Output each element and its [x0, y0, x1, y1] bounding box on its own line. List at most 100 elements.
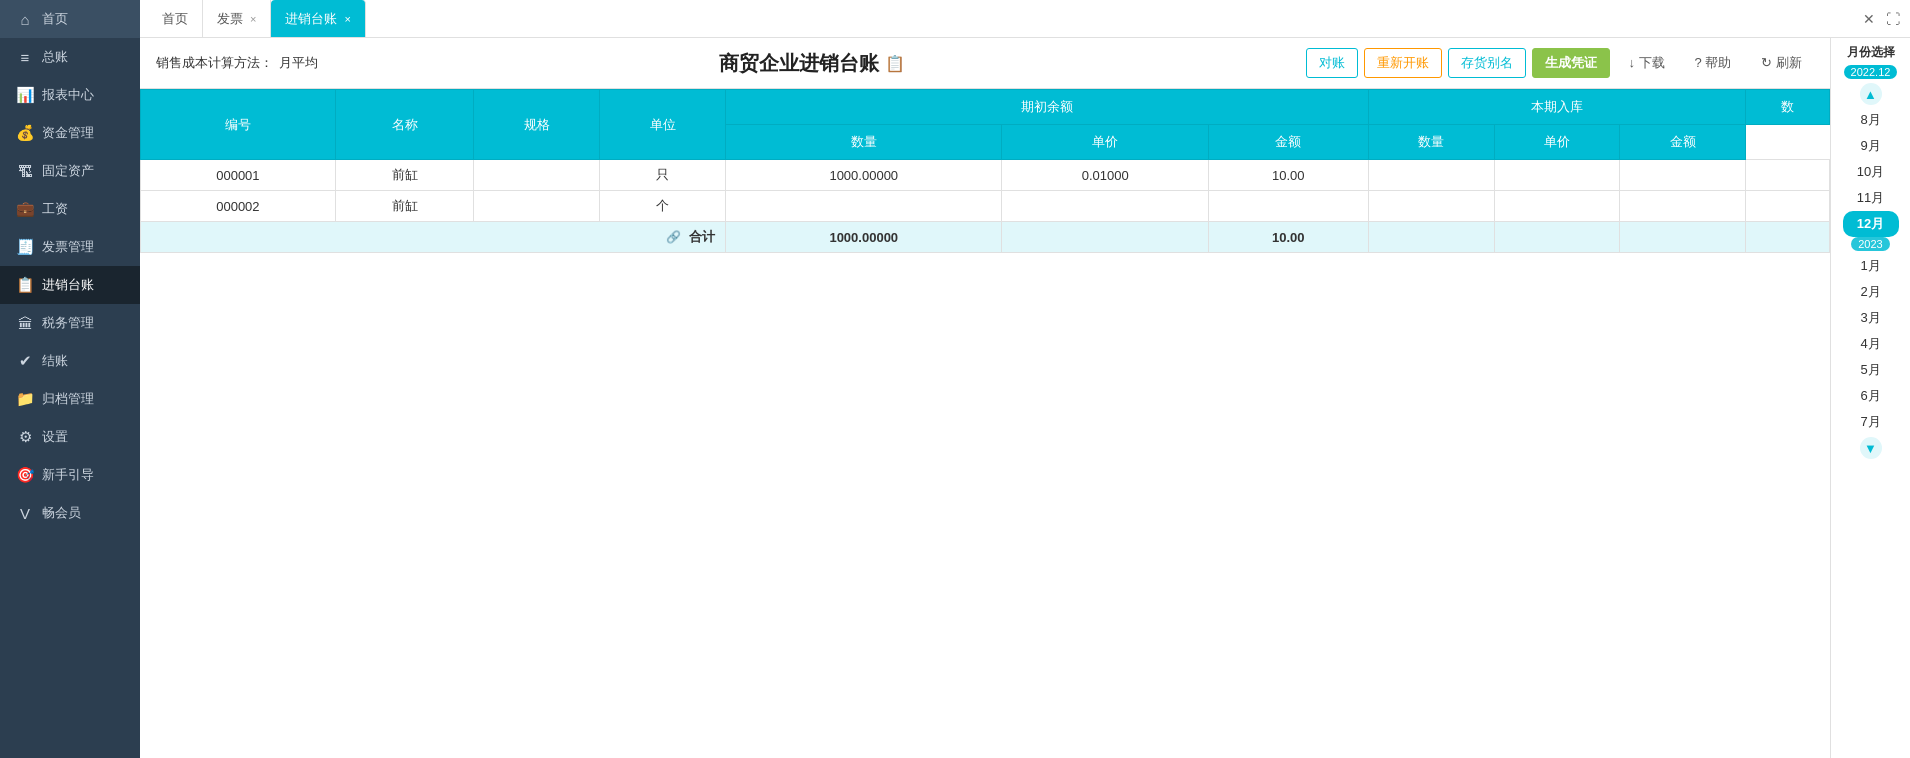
- sidebar-label-settings: 设置: [42, 428, 68, 446]
- month-item-10[interactable]: 10月: [1843, 159, 1899, 185]
- sidebar-item-settings[interactable]: ⚙ 设置: [0, 418, 140, 456]
- month-scroll-up-button[interactable]: ▲: [1860, 83, 1882, 105]
- row1-amount-in: [1620, 160, 1746, 191]
- invoice-icon: 🧾: [16, 238, 34, 256]
- sidebar-item-home[interactable]: ⌂ 首页: [0, 0, 140, 38]
- sidebar-item-tax-management[interactable]: 🏛 税务管理: [0, 304, 140, 342]
- tab-bar: 首页 发票 × 进销台账 × ✕ ⛶: [140, 0, 1910, 38]
- main-panel: 销售成本计算方法： 月平均 商贸企业进销台账 📋 对账 重新开账 存货别名 生成…: [140, 38, 1830, 758]
- settings-icon: ⚙: [16, 428, 34, 446]
- year-2023-badge: 2023: [1851, 237, 1889, 251]
- purchase-sales-icon: 📋: [16, 276, 34, 294]
- row2-unit: 个: [600, 191, 726, 222]
- month-item-11[interactable]: 11月: [1843, 185, 1899, 211]
- sidebar-item-beginner-guide[interactable]: 🎯 新手引导: [0, 456, 140, 494]
- row2-price-in: [1494, 191, 1620, 222]
- row2-amount-init: [1208, 191, 1368, 222]
- window-maximize-button[interactable]: ⛶: [1884, 10, 1902, 28]
- month-item-5[interactable]: 5月: [1843, 357, 1899, 383]
- sidebar-item-general-ledger[interactable]: ≡ 总账: [0, 38, 140, 76]
- month-item-7[interactable]: 7月: [1843, 409, 1899, 435]
- total-qty-init: 1000.00000: [726, 222, 1002, 253]
- sidebar-label-archive-management: 归档管理: [42, 390, 94, 408]
- window-close-button[interactable]: ✕: [1860, 10, 1878, 28]
- total-extra: [1746, 222, 1830, 253]
- row2-num: 000002: [141, 191, 336, 222]
- col-in-price: 单价: [1494, 125, 1620, 160]
- total-label: 🔗 合计: [141, 222, 726, 253]
- sidebar-label-report-center: 报表中心: [42, 86, 94, 104]
- col-in-qty: 数量: [1368, 125, 1494, 160]
- refresh-button[interactable]: ↻ 刷新: [1749, 49, 1814, 77]
- help-button[interactable]: ? 帮助: [1683, 49, 1744, 77]
- action-buttons: 对账 重新开账 存货别名 生成凭证 ↓ 下载 ? 帮助 ↻ 刷新: [1306, 48, 1814, 78]
- month-item-2[interactable]: 2月: [1843, 279, 1899, 305]
- row1-num: 000001: [141, 160, 336, 191]
- sidebar-item-salary[interactable]: 💼 工资: [0, 190, 140, 228]
- report-icon: 📊: [16, 86, 34, 104]
- month-item-1[interactable]: 1月: [1843, 253, 1899, 279]
- month-item-4[interactable]: 4月: [1843, 331, 1899, 357]
- sidebar-item-member[interactable]: V 畅会员: [0, 494, 140, 532]
- year-2022-badge: 2022.12: [1844, 65, 1898, 79]
- month-scroll-down-button[interactable]: ▼: [1860, 437, 1882, 459]
- sidebar-item-purchase-sales-ledger[interactable]: 📋 进销台账: [0, 266, 140, 304]
- col-in-amount: 金额: [1620, 125, 1746, 160]
- sidebar-label-invoice-management: 发票管理: [42, 238, 94, 256]
- ledger-table: 编号 名称 规格 单位 期初余额 本期入库 数 数量 单价 金额 数: [140, 89, 1830, 253]
- sidebar-label-fund-management: 资金管理: [42, 124, 94, 142]
- month-item-6[interactable]: 6月: [1843, 383, 1899, 409]
- month-item-12[interactable]: 12月: [1843, 211, 1899, 237]
- row1-extra: [1746, 160, 1830, 191]
- row1-spec: [474, 160, 600, 191]
- month-item-9[interactable]: 9月: [1843, 133, 1899, 159]
- sidebar-item-archive-management[interactable]: 📁 归档管理: [0, 380, 140, 418]
- tab-ledger[interactable]: 进销台账 ×: [271, 0, 365, 37]
- table-row: 000001 前缸 只 1000.00000 0.01000 10.00: [141, 160, 1830, 191]
- row1-name: 前缸: [335, 160, 474, 191]
- month-item-8[interactable]: 8月: [1843, 107, 1899, 133]
- page-title-area: 商贸企业进销台账 📋: [318, 50, 1306, 77]
- title-copy-icon[interactable]: 📋: [885, 54, 905, 73]
- home-icon: ⌂: [16, 11, 34, 28]
- generate-button[interactable]: 生成凭证: [1532, 48, 1610, 78]
- total-row: 🔗 合计 1000.00000 10.00: [141, 222, 1830, 253]
- col-opening-price: 单价: [1002, 125, 1208, 160]
- guide-icon: 🎯: [16, 466, 34, 484]
- sidebar: ⌂ 首页 ≡ 总账 📊 报表中心 💰 资金管理 🏗 固定资产 💼 工资 🧾 发票…: [0, 0, 140, 758]
- col-opening-qty: 数量: [726, 125, 1002, 160]
- col-opening-amount: 金额: [1208, 125, 1368, 160]
- sidebar-item-fixed-assets[interactable]: 🏗 固定资产: [0, 152, 140, 190]
- tab-home-label: 首页: [162, 10, 188, 28]
- tab-home[interactable]: 首页: [148, 0, 203, 37]
- month-selector-title: 月份选择: [1847, 44, 1895, 61]
- save-alias-button[interactable]: 存货别名: [1448, 48, 1526, 78]
- col-num: 编号: [141, 90, 336, 160]
- member-icon: V: [16, 505, 34, 522]
- window-controls: ✕ ⛶: [1860, 10, 1902, 28]
- duizhang-button[interactable]: 对账: [1306, 48, 1358, 78]
- sidebar-item-fund-management[interactable]: 💰 资金管理: [0, 114, 140, 152]
- row1-amount-init: 10.00: [1208, 160, 1368, 191]
- tab-ledger-label: 进销台账: [285, 10, 337, 28]
- col-extra: 数: [1746, 90, 1830, 125]
- sidebar-item-settlement[interactable]: ✔ 结账: [0, 342, 140, 380]
- reopen-button[interactable]: 重新开账: [1364, 48, 1442, 78]
- fund-icon: 💰: [16, 124, 34, 142]
- ledger-icon: ≡: [16, 49, 34, 66]
- tab-ledger-close[interactable]: ×: [344, 13, 350, 25]
- month-item-3[interactable]: 3月: [1843, 305, 1899, 331]
- settlement-icon: ✔: [16, 352, 34, 370]
- sidebar-item-invoice-management[interactable]: 🧾 发票管理: [0, 228, 140, 266]
- row1-price-in: [1494, 160, 1620, 191]
- tab-invoice[interactable]: 发票 ×: [203, 0, 271, 37]
- archive-icon: 📁: [16, 390, 34, 408]
- tab-invoice-close[interactable]: ×: [250, 13, 256, 25]
- month-selector-panel: 月份选择 2022.12 ▲ 8月 9月 10月 11月 12月 2023 1月…: [1830, 38, 1910, 758]
- sidebar-item-report-center[interactable]: 📊 报表中心: [0, 76, 140, 114]
- total-amount-init: 10.00: [1208, 222, 1368, 253]
- salary-icon: 💼: [16, 200, 34, 218]
- sidebar-label-beginner-guide: 新手引导: [42, 466, 94, 484]
- fixed-assets-icon: 🏗: [16, 163, 34, 180]
- download-button[interactable]: ↓ 下载: [1616, 49, 1676, 77]
